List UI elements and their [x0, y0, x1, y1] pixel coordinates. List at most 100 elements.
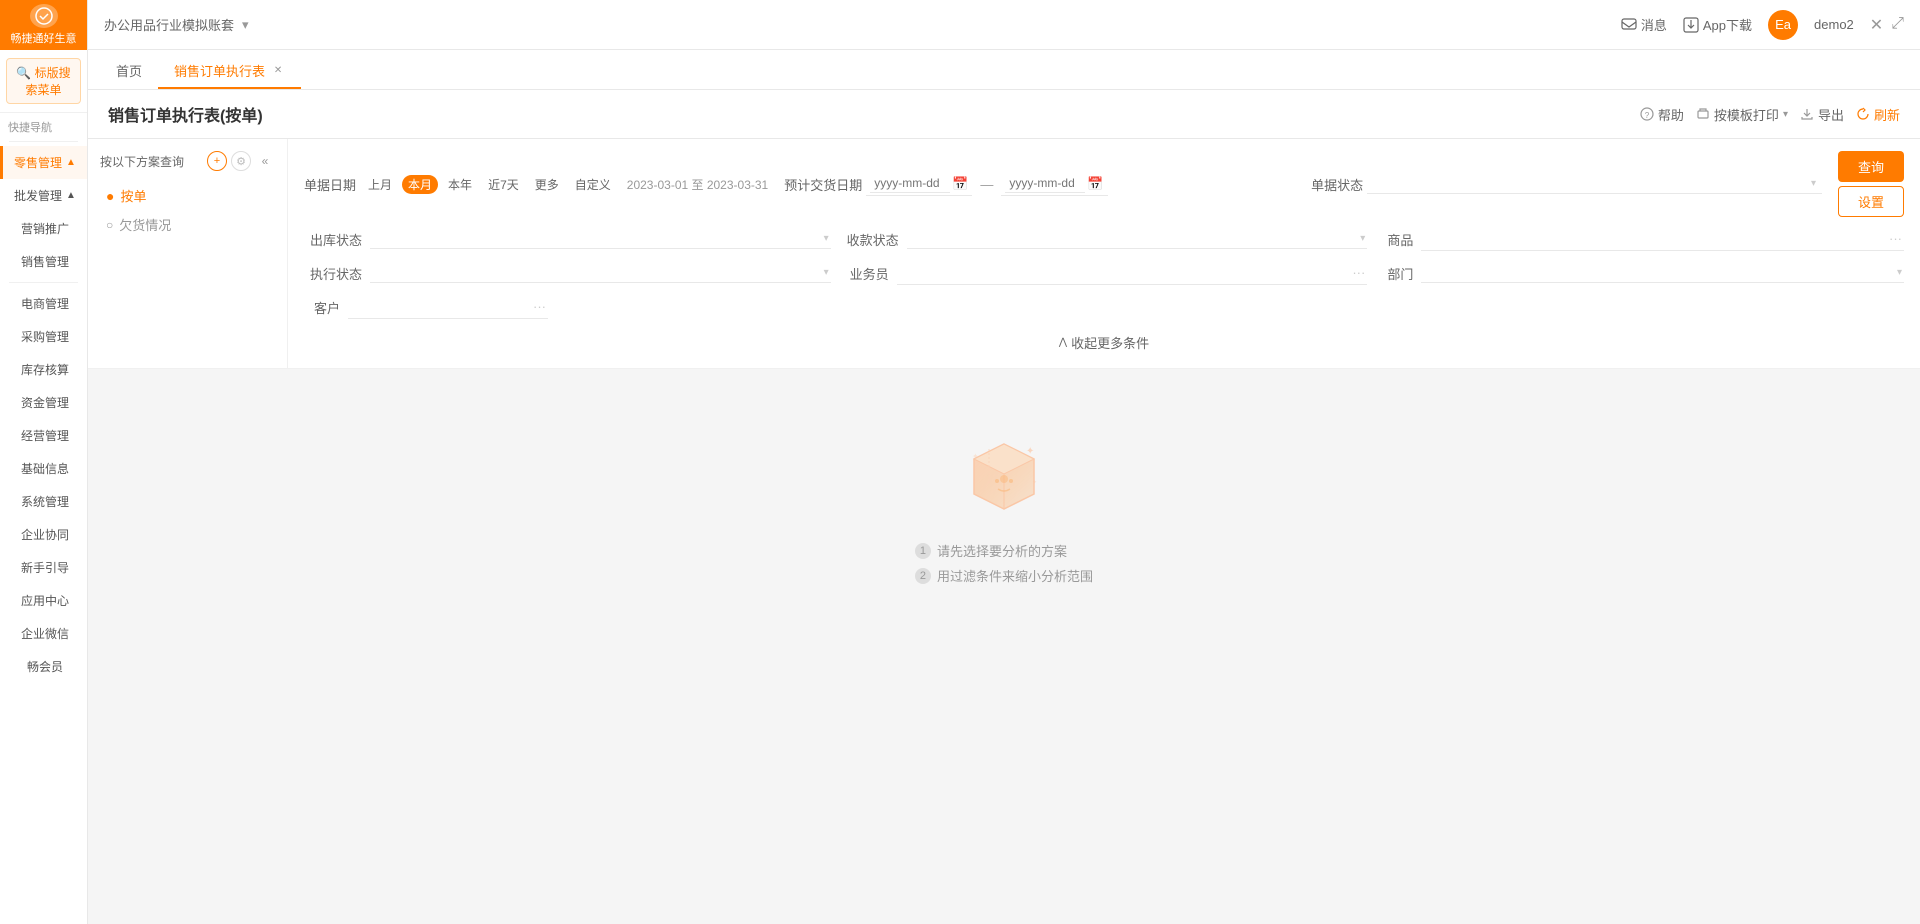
dept-label: 部门 — [1377, 264, 1413, 283]
header-left: 办公用品行业模拟账套 ▾ — [104, 15, 249, 34]
date-separator: — — [976, 177, 997, 192]
tip1-text: 请先选择要分析的方案 — [937, 541, 1067, 560]
date-tab-thisyear[interactable]: 本年 — [442, 175, 478, 194]
print-icon — [1696, 107, 1710, 121]
export-button[interactable]: 导出 — [1800, 105, 1844, 124]
filter-side-label: 按以下方案查询 — [100, 153, 184, 170]
filter-container: 按以下方案查询 + ⚙ « ● 按单 ○ 欠货情况 — [88, 139, 1920, 369]
marketing-label: 营销推广 — [21, 220, 69, 237]
main-area: 办公用品行业模拟账套 ▾ 消息 App下载 Ea demo2 — [88, 0, 1920, 924]
date-tab-7days[interactable]: 近7天 — [482, 175, 525, 194]
tab-close-icon[interactable]: ✕ — [271, 63, 285, 77]
expected-date-start-input[interactable] — [870, 174, 950, 193]
salesman-field: 业务员 ··· — [841, 261, 1368, 285]
sidebar-item-ecommerce[interactable]: 电商管理 — [0, 287, 87, 320]
status-chevron-icon: ▾ — [1811, 178, 1816, 189]
date-tab-custom[interactable]: 自定义 — [569, 175, 617, 194]
customer-label: 客户 — [304, 298, 340, 317]
tab-home-label: 首页 — [116, 61, 142, 80]
sidebar-item-wechat[interactable]: 企业微信 — [0, 617, 87, 650]
sidebar-item-apps[interactable]: 应用中心 — [0, 584, 87, 617]
calendar-icon2[interactable]: 📅 — [1087, 176, 1103, 192]
app-download-button[interactable]: App下载 — [1683, 15, 1752, 34]
username-label: demo2 — [1814, 17, 1854, 32]
tab-sales-exec[interactable]: 销售订单执行表 ✕ — [158, 53, 301, 89]
sidebar-item-sales[interactable]: 销售管理 — [0, 245, 87, 278]
app-logo: 畅捷通好生意 — [0, 0, 87, 50]
chevron-down-icon: ▲ — [66, 157, 76, 168]
sidebar-item-enterprise[interactable]: 企业协同 — [0, 518, 87, 551]
dept-select[interactable]: ▾ — [1421, 263, 1904, 283]
tab-home[interactable]: 首页 — [100, 53, 158, 89]
wechat-label: 企业微信 — [21, 625, 69, 642]
sidebar-item-marketing[interactable]: 营销推广 — [0, 212, 87, 245]
sidebar-item-finance[interactable]: 资金管理 — [0, 386, 87, 419]
sidebar-item-member[interactable]: 畅会员 — [0, 650, 87, 683]
settings-plan-button[interactable]: ⚙ — [231, 151, 251, 171]
date-tab-thismonth[interactable]: 本月 — [402, 175, 438, 194]
print-dropdown-icon[interactable]: ▾ — [1783, 109, 1788, 120]
goods-dots-icon: ··· — [1889, 231, 1902, 246]
nav-dropdown-icon[interactable]: ▾ — [242, 17, 249, 33]
expected-date-end-input[interactable] — [1005, 174, 1085, 193]
print-button[interactable]: 按模板打印 ▾ — [1696, 105, 1788, 124]
expected-date-end[interactable]: 📅 — [1001, 172, 1107, 196]
date-tab-lastmonth[interactable]: 上月 — [362, 175, 398, 194]
tab-bar: 首页 销售订单执行表 ✕ — [88, 50, 1920, 90]
plan-label-order: 按单 — [120, 186, 146, 205]
sidebar-item-newuser[interactable]: 新手引导 — [0, 551, 87, 584]
maximize-window-button[interactable]: ⤢ — [1891, 15, 1904, 35]
query-button[interactable]: 查询 — [1838, 151, 1904, 182]
close-window-button[interactable]: ✕ — [1870, 15, 1883, 35]
ship-status-label: 出库状态 — [304, 230, 362, 249]
page-actions: ? 帮助 按模板打印 ▾ 导出 — [1640, 105, 1900, 124]
status-select[interactable]: ▾ — [1367, 174, 1822, 194]
avatar: Ea — [1768, 10, 1798, 40]
date-field: 单据日期 上月 本月 本年 近7天 更多 自定义 2023-03-01 至 20… — [304, 175, 768, 194]
sidebar-item-ops[interactable]: 经营管理 — [0, 419, 87, 452]
calendar-icon1[interactable]: 📅 — [952, 176, 968, 192]
sidebar-item-retail[interactable]: 零售管理 ▲ — [0, 146, 87, 179]
receipt-status-select[interactable]: ▾ — [907, 229, 1368, 249]
expected-date-start[interactable]: 📅 — [866, 172, 972, 196]
ship-status-select[interactable]: ▾ — [370, 229, 831, 249]
collapse-side-button[interactable]: « — [255, 151, 275, 171]
member-label: 畅会员 — [27, 658, 63, 675]
goods-input[interactable]: ··· — [1421, 227, 1904, 251]
newuser-label: 新手引导 — [21, 559, 69, 576]
salesman-input[interactable]: ··· — [897, 261, 1368, 285]
collapse-button[interactable]: ⋀ 收起更多条件 — [1059, 333, 1149, 352]
salesman-label: 业务员 — [841, 264, 889, 283]
content-area: 销售订单执行表(按单) ? 帮助 按模板打印 ▾ — [88, 90, 1920, 924]
customer-input[interactable]: ··· — [348, 295, 548, 319]
search-menu-button[interactable]: 🔍 标版搜索菜单 — [6, 58, 81, 104]
date-tabs: 上月 本月 本年 近7天 更多 自定义 — [362, 175, 617, 194]
ops-label: 经营管理 — [21, 427, 69, 444]
help-button[interactable]: ? 帮助 — [1640, 105, 1684, 124]
search-section: 🔍 标版搜索菜单 — [0, 50, 87, 113]
date-tab-more[interactable]: 更多 — [529, 175, 565, 194]
refresh-button[interactable]: 刷新 — [1856, 105, 1900, 124]
sidebar-item-wholesale[interactable]: 批发管理 ▲ — [0, 179, 87, 212]
date-label: 单据日期 — [304, 175, 356, 194]
tip-num2: 2 — [915, 568, 931, 584]
sidebar-item-inventory[interactable]: 库存核算 — [0, 353, 87, 386]
chevron-down-icon2: ▲ — [66, 190, 76, 201]
filter-side-header: 按以下方案查询 + ⚙ « — [100, 151, 275, 171]
message-button[interactable]: 消息 — [1621, 15, 1667, 34]
salesman-dots-icon: ··· — [1352, 265, 1365, 280]
page-header: 销售订单执行表(按单) ? 帮助 按模板打印 ▾ — [88, 90, 1920, 139]
customer-dots-icon: ··· — [533, 299, 546, 314]
empty-tips: 1 请先选择要分析的方案 2 用过滤条件来缩小分析范围 — [915, 541, 1093, 585]
exec-status-select[interactable]: ▾ — [370, 263, 831, 283]
sidebar-item-basic[interactable]: 基础信息 — [0, 452, 87, 485]
add-plan-button[interactable]: + — [207, 151, 227, 171]
settings-button[interactable]: 设置 — [1838, 186, 1904, 217]
plan-item-by-order[interactable]: ● 按单 — [100, 181, 275, 210]
sales-label: 销售管理 — [21, 253, 69, 270]
plan-item-shortage[interactable]: ○ 欠货情况 — [100, 210, 275, 239]
sidebar-item-purchase[interactable]: 采购管理 — [0, 320, 87, 353]
exec-status-field: 执行状态 ▾ — [304, 261, 831, 285]
wholesale-label: 批发管理 — [14, 187, 62, 204]
sidebar-item-system[interactable]: 系统管理 — [0, 485, 87, 518]
